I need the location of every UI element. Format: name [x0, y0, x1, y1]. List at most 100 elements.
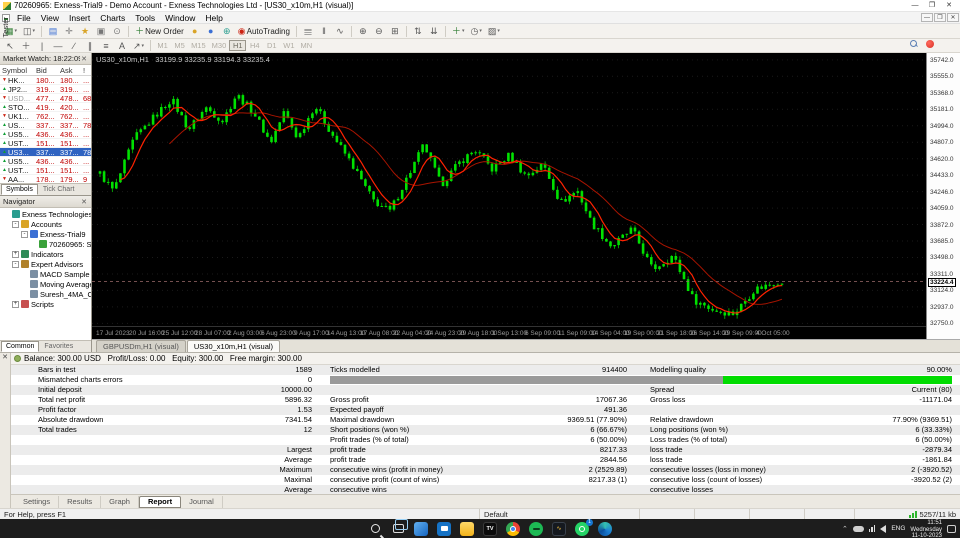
- tv-app-icon[interactable]: TV: [483, 522, 497, 536]
- tester-tab-graph[interactable]: Graph: [101, 496, 139, 508]
- timeframe-w1[interactable]: W1: [280, 40, 297, 51]
- market-watch-row[interactable]: ▼AA...178...179...9: [0, 175, 91, 183]
- tree-item-expert-advisors[interactable]: -Expert Advisors: [0, 259, 91, 269]
- green-app-icon[interactable]: [529, 522, 543, 536]
- timeframe-m1[interactable]: M1: [154, 40, 171, 51]
- language-indicator[interactable]: ENG: [891, 525, 905, 532]
- collapse-icon[interactable]: -: [21, 231, 28, 238]
- line-chart-icon[interactable]: ∿: [332, 25, 348, 37]
- minimize-button[interactable]: —: [907, 0, 923, 11]
- timeframe-m5[interactable]: M5: [171, 40, 188, 51]
- tray-chevron-icon[interactable]: ⌃: [842, 525, 848, 533]
- timeframe-mn[interactable]: MN: [298, 40, 316, 51]
- arrows-icon[interactable]: ↗▾: [130, 40, 147, 52]
- expand-icon[interactable]: +: [12, 251, 19, 258]
- widgets-icon[interactable]: [414, 522, 428, 536]
- tree-item-moving-average[interactable]: Moving Average: [0, 279, 91, 289]
- cursor-icon[interactable]: ↖: [2, 40, 18, 52]
- market-watch-close-icon[interactable]: ✕: [80, 55, 88, 63]
- templates-icon-dropdown-icon[interactable]: ▾: [497, 28, 500, 34]
- menu-view[interactable]: View: [36, 13, 64, 23]
- timeframe-h4[interactable]: H4: [246, 40, 263, 51]
- market-watch-tab-tick-chart[interactable]: Tick Chart: [38, 184, 80, 195]
- whatsapp-icon[interactable]: 1: [575, 522, 589, 536]
- tree-item-exness-technologies-mt4[interactable]: Exness Technologies MT4: [0, 209, 91, 219]
- timeframe-h1[interactable]: H1: [229, 40, 246, 51]
- menu-window[interactable]: Window: [160, 13, 200, 23]
- tree-item-exness-trial9[interactable]: -Exness-Trial9: [0, 229, 91, 239]
- navigator-close-icon[interactable]: ✕: [80, 198, 88, 206]
- network-icon[interactable]: [869, 525, 876, 532]
- profiles-icon[interactable]: ◫▾: [20, 25, 38, 37]
- tester-close-icon[interactable]: ✕: [2, 354, 8, 362]
- tester-tab-journal[interactable]: Journal: [181, 496, 223, 508]
- chart-area[interactable]: US30_x10m,H1 33199.9 33235.9 33194.3 332…: [92, 53, 960, 339]
- market-watch-tab-symbols[interactable]: Symbols: [1, 184, 38, 195]
- periods-icon-dropdown-icon[interactable]: ▾: [479, 28, 482, 34]
- child-close-button[interactable]: ✕: [947, 13, 959, 22]
- trendline-icon[interactable]: ∕: [66, 40, 82, 52]
- menu-file[interactable]: File: [12, 13, 36, 23]
- task-view-icon[interactable]: [391, 522, 405, 536]
- menu-insert[interactable]: Insert: [64, 13, 95, 23]
- store-icon[interactable]: [437, 522, 451, 536]
- vertical-line-icon[interactable]: |: [34, 40, 50, 52]
- menu-help[interactable]: Help: [200, 13, 227, 23]
- volume-icon[interactable]: [880, 525, 886, 533]
- chart-tab-us30-x10m-h1-visual-[interactable]: US30_x10m,H1 (visual): [187, 340, 280, 352]
- tree-item-macd-sample[interactable]: MACD Sample: [0, 269, 91, 279]
- cascade-icon[interactable]: ⇊: [426, 25, 442, 37]
- search-icon[interactable]: [910, 40, 918, 48]
- market-watch-toggle-icon[interactable]: ▤: [45, 25, 61, 37]
- bar-chart-icon[interactable]: 𝄙: [300, 25, 316, 37]
- restore-button[interactable]: ❐: [924, 0, 940, 11]
- navigator-toggle-icon[interactable]: ★: [77, 25, 93, 37]
- new-order-button[interactable]: ＋New Order: [132, 25, 187, 37]
- web-terminal-icon[interactable]: ⊕: [219, 25, 235, 37]
- tester-tab-settings[interactable]: Settings: [15, 496, 59, 508]
- new-chart-icon-dropdown-icon[interactable]: ▾: [15, 28, 18, 34]
- child-minimize-button[interactable]: —: [921, 13, 933, 22]
- chrome-icon[interactable]: [506, 522, 520, 536]
- terminal-toggle-icon[interactable]: ▣: [93, 25, 109, 37]
- autotrading-button[interactable]: ◉AutoTrading: [235, 25, 293, 37]
- arrows-icon-dropdown-icon[interactable]: ▾: [142, 43, 145, 49]
- tree-item-indicators[interactable]: +Indicators: [0, 249, 91, 259]
- crosshair-icon[interactable]: ＋: [18, 40, 34, 52]
- close-button[interactable]: ✕: [941, 0, 957, 11]
- indicators-icon[interactable]: ＋▾: [449, 25, 468, 37]
- candlestick-chart-icon[interactable]: ‖: [316, 25, 332, 37]
- timeframe-d1[interactable]: D1: [263, 40, 280, 51]
- taskbar-search-icon[interactable]: [368, 522, 382, 536]
- periods-icon[interactable]: ◷▾: [467, 25, 484, 37]
- tile-windows-icon[interactable]: ⊞: [387, 25, 403, 37]
- tester-tab-results[interactable]: Results: [59, 496, 101, 508]
- status-profile[interactable]: Default: [480, 509, 640, 519]
- strategy-tester-icon[interactable]: ⊙: [109, 25, 125, 37]
- deposit-icon[interactable]: ●: [187, 25, 203, 37]
- tree-item-70260965-standa[interactable]: 70260965: Standa: [0, 239, 91, 249]
- menu-tools[interactable]: Tools: [130, 13, 160, 23]
- text-icon[interactable]: A: [114, 40, 130, 52]
- navigator-tab-common[interactable]: Common: [1, 341, 39, 352]
- onedrive-icon[interactable]: [853, 526, 864, 532]
- navigator-tab-favorites[interactable]: Favorites: [39, 341, 78, 352]
- clock[interactable]: 11:51 Wednesday 11-10-2023: [910, 519, 942, 538]
- collapse-icon[interactable]: -: [12, 261, 19, 268]
- indicators-icon-dropdown-icon[interactable]: ▾: [462, 28, 465, 34]
- tree-item-scripts[interactable]: +Scripts: [0, 299, 91, 309]
- tree-item-accounts[interactable]: -Accounts: [0, 219, 91, 229]
- edge-icon[interactable]: [598, 522, 612, 536]
- timeframe-m30[interactable]: M30: [209, 40, 230, 51]
- data-window-icon[interactable]: ✛: [61, 25, 77, 37]
- mt4-taskbar-icon[interactable]: ∿: [552, 522, 566, 536]
- horizontal-line-icon[interactable]: —: [50, 40, 66, 52]
- timeframe-m15[interactable]: M15: [188, 40, 209, 51]
- fibonacci-icon[interactable]: ≡: [98, 40, 114, 52]
- child-restore-button[interactable]: ❐: [934, 13, 946, 22]
- community-icon[interactable]: ●: [203, 25, 219, 37]
- menu-charts[interactable]: Charts: [95, 13, 130, 23]
- file-explorer-icon[interactable]: [460, 522, 474, 536]
- chart-tab-gbpusdm-h1-visual-[interactable]: GBPUSDm,H1 (visual): [96, 340, 186, 352]
- tester-tab-report[interactable]: Report: [139, 496, 181, 508]
